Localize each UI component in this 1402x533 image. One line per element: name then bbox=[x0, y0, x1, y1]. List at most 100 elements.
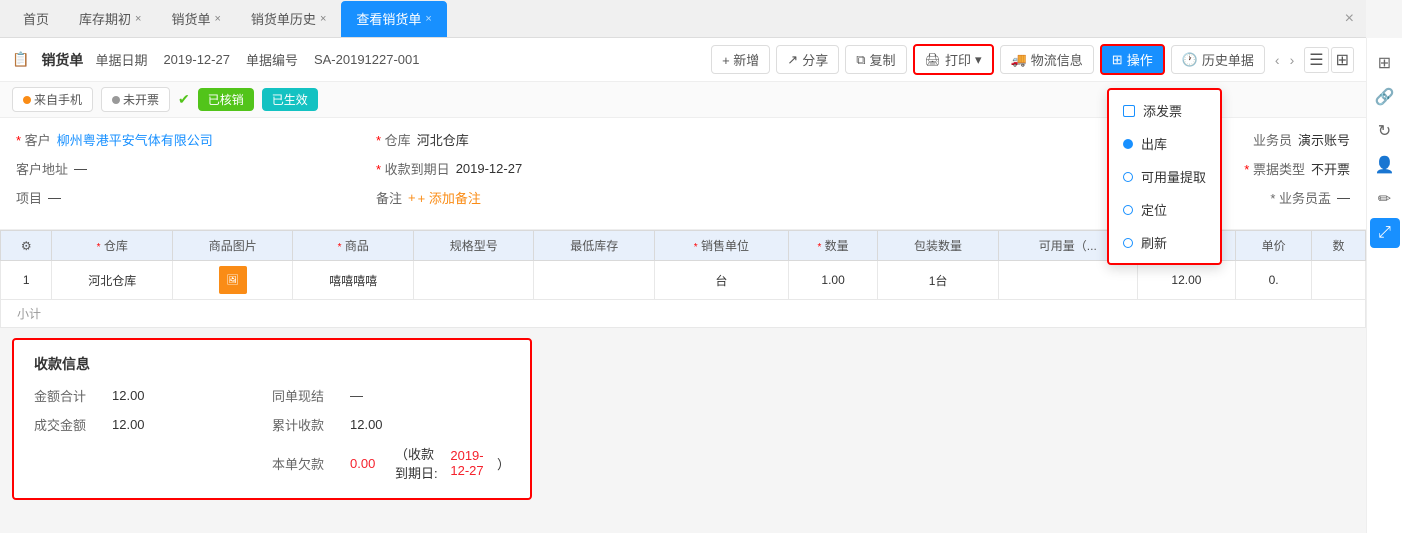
row-amount bbox=[1312, 261, 1366, 300]
product-image: 🖼 bbox=[219, 266, 247, 294]
same-order-label: 同单现结 bbox=[272, 386, 342, 405]
tab-inventory-close[interactable]: × bbox=[135, 13, 141, 25]
effective-button[interactable]: 已生效 bbox=[262, 88, 318, 111]
col-spec: 规格型号 bbox=[413, 231, 534, 261]
staff-area: 业务员 演示账号 bbox=[1253, 130, 1350, 149]
dropdown-outbound[interactable]: 出库 bbox=[1109, 127, 1220, 160]
close-all-tabs[interactable]: × bbox=[1341, 6, 1358, 32]
operation-icon: ⊞ bbox=[1112, 52, 1123, 68]
subtotal-row: 小计 bbox=[1, 300, 1366, 328]
copy-icon: ⧉ bbox=[856, 52, 865, 68]
print-button[interactable]: 🖨 打印 ▾ bbox=[913, 44, 994, 75]
due-date-label: 收款到期日 bbox=[376, 159, 450, 178]
due-note-text: （收款到期日: bbox=[395, 444, 442, 482]
row-spec bbox=[413, 261, 534, 300]
dropdown-locate[interactable]: 定位 bbox=[1109, 193, 1220, 226]
grid-view-button[interactable]: ⊞ bbox=[1331, 47, 1354, 73]
summary-box: 收款信息 金额合计 12.00 同单现结 — 成交金额 12.00 累计收款 1… bbox=[12, 338, 532, 500]
due-date-field: 收款到期日 2019-12-27 bbox=[376, 159, 656, 178]
row-qty: 1.00 bbox=[788, 261, 877, 300]
col-unit: * 销售单位 bbox=[654, 231, 788, 261]
dropdown-refresh[interactable]: 刷新 bbox=[1109, 226, 1220, 259]
address-field: 客户地址 — bbox=[16, 159, 296, 178]
new-button-label: + 新增 bbox=[722, 50, 759, 69]
col-product: * 商品 bbox=[293, 231, 414, 261]
check-icon: ✔ bbox=[178, 91, 190, 108]
not-opened-button[interactable]: 未开票 bbox=[101, 87, 170, 112]
tab-sales[interactable]: 销货单 × bbox=[156, 1, 235, 37]
current-owed-label: 本单欠款 bbox=[272, 454, 342, 473]
amount-total-row: 金额合计 12.00 bbox=[34, 384, 272, 407]
col-gear[interactable]: ⚙ bbox=[1, 231, 52, 261]
note-field: 备注 + + 添加备注 bbox=[376, 188, 656, 207]
cumulative-row: 累计收款 12.00 bbox=[272, 413, 510, 436]
confirmed-button[interactable]: 已核销 bbox=[198, 88, 254, 111]
print-icon: 🖨 bbox=[925, 52, 942, 68]
tab-history-close[interactable]: × bbox=[320, 13, 326, 25]
transaction-value: 12.00 bbox=[112, 417, 145, 432]
sidebar-person-icon[interactable]: 👤 bbox=[1370, 150, 1400, 180]
subtotal-label: 小计 bbox=[1, 300, 1366, 328]
dropdown-available-extract[interactable]: 可用量提取 bbox=[1109, 160, 1220, 193]
project-field: 项目 — bbox=[16, 188, 296, 207]
available-extract-icon bbox=[1123, 172, 1133, 182]
tab-bar: 首页 库存期初 × 销货单 × 销货单历史 × 查看销货单 × × bbox=[0, 0, 1366, 38]
note-label: 备注 bbox=[376, 188, 402, 207]
current-owed-value: 0.00 bbox=[350, 456, 375, 471]
tab-home-label: 首页 bbox=[23, 9, 49, 28]
tab-history[interactable]: 销货单历史 × bbox=[236, 1, 341, 37]
customer-value[interactable]: 柳州粤港平安气体有限公司 bbox=[57, 130, 213, 149]
table-row: 1 河北仓库 🖼 嘻嘻嘻嘻 台 1.00 1台 12.00 0. bbox=[1, 261, 1366, 300]
col-price: 单价 bbox=[1236, 231, 1312, 261]
sidebar-expand-icon[interactable]: ⤢ bbox=[1370, 218, 1400, 248]
refresh-menu-icon bbox=[1123, 238, 1133, 248]
due-end: ） bbox=[497, 454, 510, 473]
effective-label: 已生效 bbox=[272, 93, 308, 107]
nav-arrows: ‹ › bbox=[1271, 50, 1298, 70]
tab-sales-close[interactable]: × bbox=[214, 13, 220, 25]
tab-view-sales[interactable]: 查看销货单 × bbox=[341, 1, 446, 37]
dropdown-add-invoice[interactable]: 添发票 bbox=[1109, 94, 1220, 127]
tab-inventory[interactable]: 库存期初 × bbox=[64, 1, 156, 37]
tab-view-sales-close[interactable]: × bbox=[425, 13, 431, 25]
due-note bbox=[383, 456, 387, 471]
ticket-type-field: 票据类型 不开票 bbox=[1244, 159, 1350, 178]
due-date-value: 2019-12-27 bbox=[456, 161, 523, 176]
new-button[interactable]: + 新增 bbox=[711, 45, 770, 74]
sidebar-table-icon[interactable]: ⊞ bbox=[1370, 48, 1400, 78]
share-button[interactable]: ↗ 分享 bbox=[776, 45, 839, 74]
sidebar-edit-icon[interactable]: ✏ bbox=[1370, 184, 1400, 214]
add-invoice-icon bbox=[1123, 105, 1135, 117]
list-view-button[interactable]: ☰ bbox=[1304, 47, 1328, 73]
add-note-button[interactable]: + + 添加备注 bbox=[408, 188, 481, 207]
due-date-val: 2019-12-27 bbox=[450, 448, 489, 478]
cumulative-label: 累计收款 bbox=[272, 415, 342, 434]
history-button-label: 历史单据 bbox=[1202, 50, 1254, 69]
tab-home[interactable]: 首页 bbox=[8, 1, 64, 37]
sidebar-link-icon[interactable]: 🔗 bbox=[1370, 82, 1400, 112]
doc-title: 销货单 bbox=[41, 50, 83, 70]
from-phone-button[interactable]: 来自手机 bbox=[12, 87, 93, 112]
next-arrow[interactable]: › bbox=[1286, 50, 1299, 70]
copy-button[interactable]: ⧉ 复制 bbox=[845, 45, 906, 74]
gear-icon: ⚙ bbox=[21, 239, 32, 253]
col-min-stock: 最低库存 bbox=[534, 231, 655, 261]
copy-button-label: 复制 bbox=[870, 50, 896, 69]
prev-arrow[interactable]: ‹ bbox=[1271, 50, 1284, 70]
print-dropdown-icon: ▾ bbox=[975, 52, 982, 68]
address-label: 客户地址 bbox=[16, 159, 68, 178]
sales-staff-label: * 业务员盂 bbox=[1270, 188, 1331, 207]
summary-title: 收款信息 bbox=[34, 354, 510, 374]
tab-inventory-label: 库存期初 bbox=[79, 9, 131, 28]
refresh-label: 刷新 bbox=[1141, 233, 1167, 252]
operation-button-label: 操作 bbox=[1127, 50, 1153, 69]
history-button[interactable]: 🕐 历史单据 bbox=[1171, 45, 1265, 74]
from-phone-label: 来自手机 bbox=[34, 91, 82, 108]
project-label: 项目 bbox=[16, 188, 42, 207]
sidebar-refresh-icon[interactable]: ↻ bbox=[1370, 116, 1400, 146]
summary-grid: 金额合计 12.00 同单现结 — 成交金额 12.00 累计收款 12.00 bbox=[34, 384, 510, 484]
logistics-button[interactable]: 🚚 物流信息 bbox=[1000, 45, 1094, 74]
operation-button[interactable]: ⊞ 操作 bbox=[1100, 44, 1165, 75]
cumulative-value: 12.00 bbox=[350, 417, 383, 432]
row-index: 1 bbox=[1, 261, 52, 300]
